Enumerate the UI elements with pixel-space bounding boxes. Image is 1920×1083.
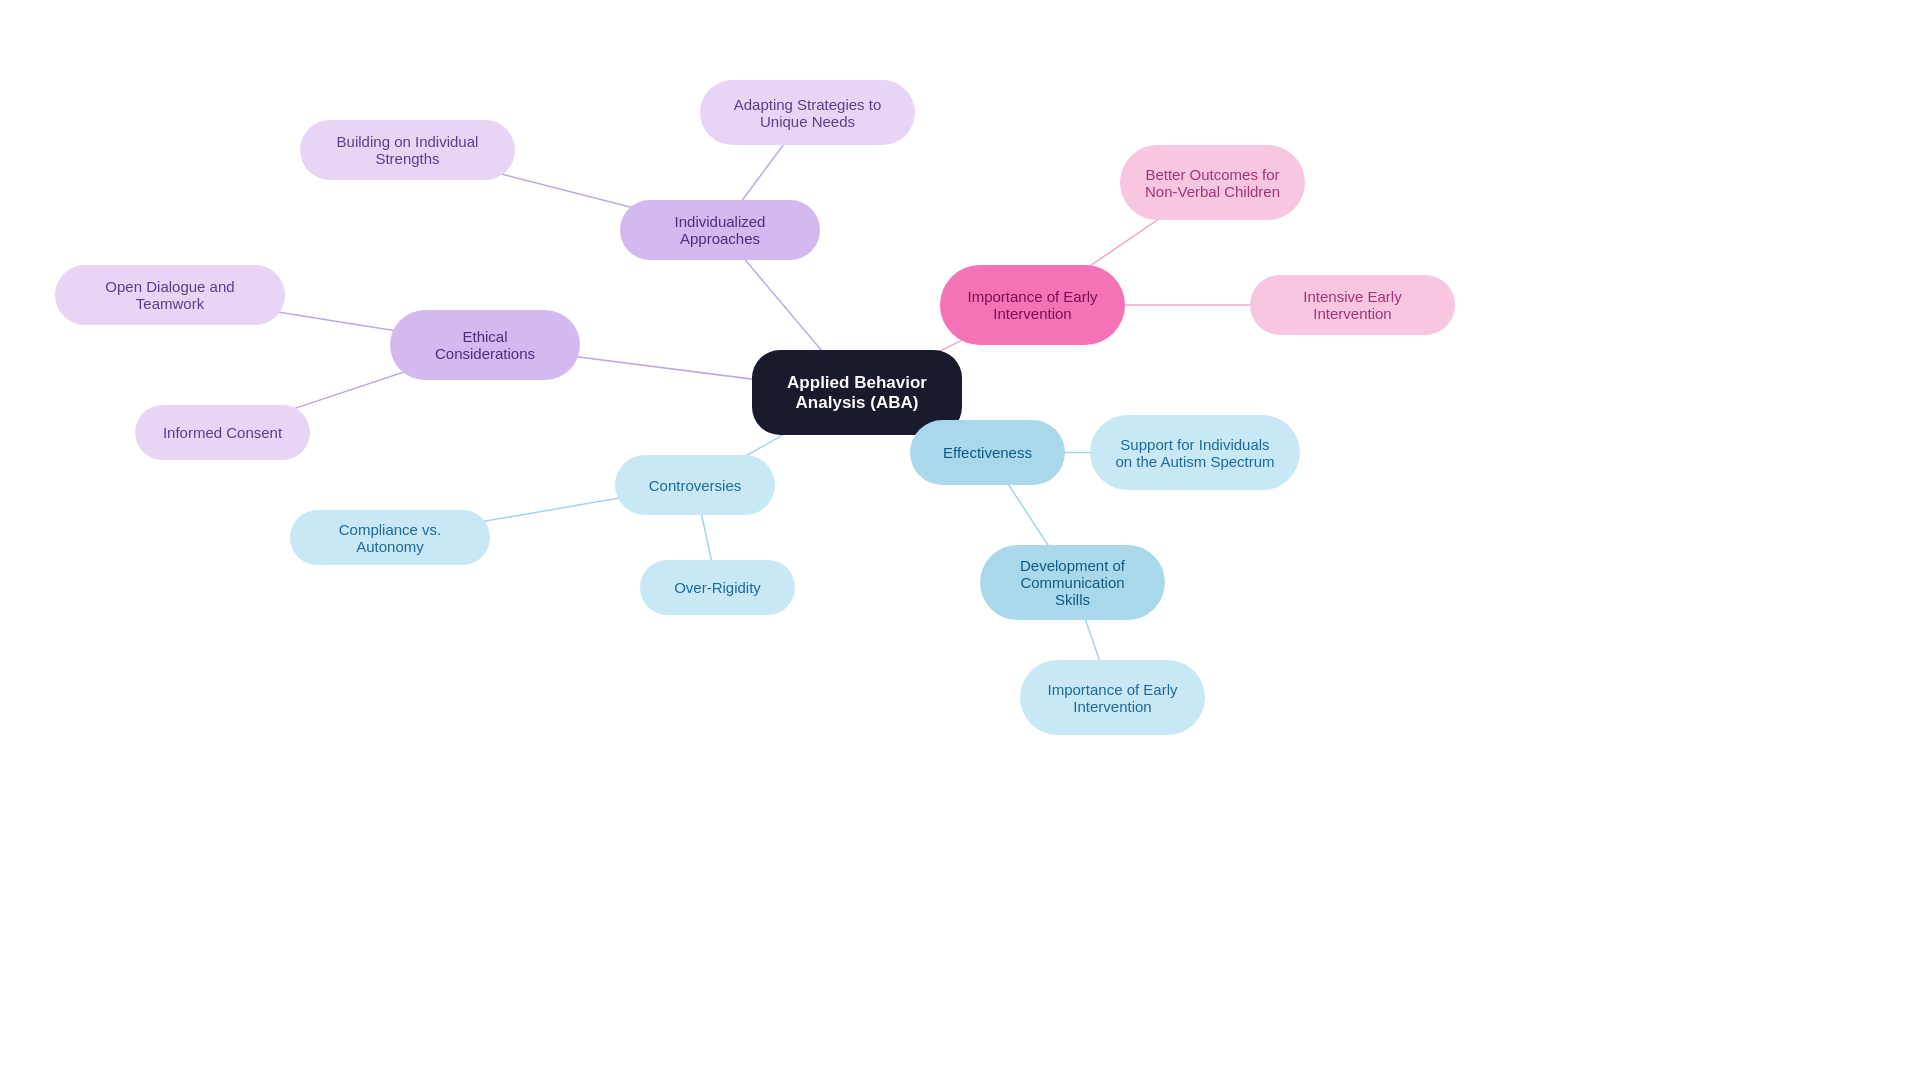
node-informed-consent[interactable]: Informed Consent [135,405,310,460]
node-building-strengths[interactable]: Building on Individual Strengths [300,120,515,180]
node-individualized[interactable]: Individualized Approaches [620,200,820,260]
node-ethical[interactable]: Ethical Considerations [390,310,580,380]
node-over-rigidity[interactable]: Over-Rigidity [640,560,795,615]
node-effectiveness[interactable]: Effectiveness [910,420,1065,485]
node-adapting[interactable]: Adapting Strategies to Unique Needs [700,80,915,145]
node-compliance[interactable]: Compliance vs. Autonomy [290,510,490,565]
node-early-intervention-pink[interactable]: Importance of Early Intervention [940,265,1125,345]
node-support-autism[interactable]: Support for Individuals on the Autism Sp… [1090,415,1300,490]
mind-map-container: Applied Behavior Analysis (ABA)Ethical C… [0,0,1920,1083]
node-early-intervention-blue[interactable]: Importance of Early Intervention [1020,660,1205,735]
node-better-outcomes[interactable]: Better Outcomes for Non-Verbal Children [1120,145,1305,220]
connections-svg [0,0,1920,1083]
node-dev-comm[interactable]: Development of Communication Skills [980,545,1165,620]
node-controversies[interactable]: Controversies [615,455,775,515]
node-open-dialogue[interactable]: Open Dialogue and Teamwork [55,265,285,325]
node-intensive-early[interactable]: Intensive Early Intervention [1250,275,1455,335]
